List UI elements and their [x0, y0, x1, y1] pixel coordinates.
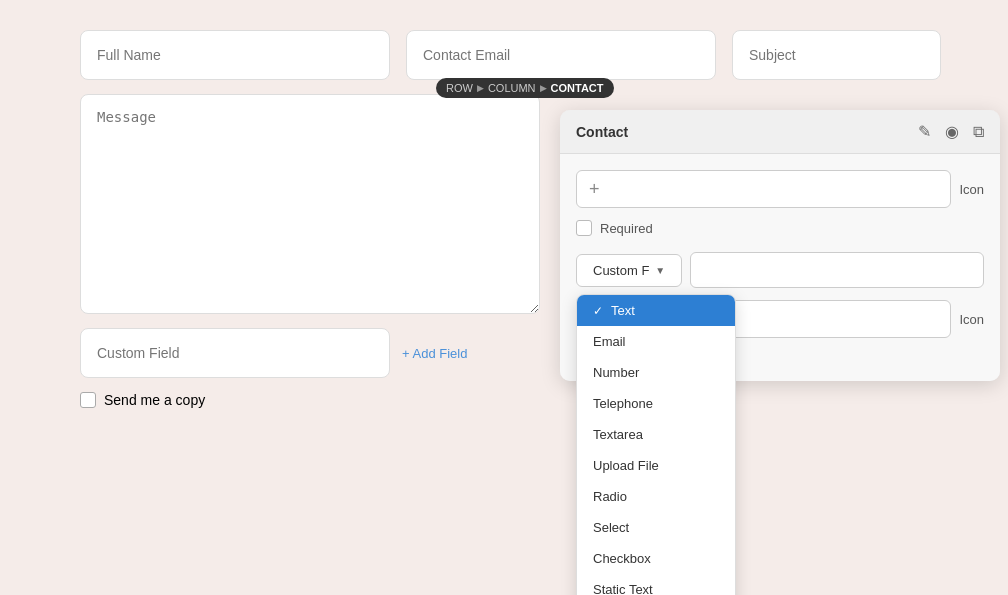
breadcrumb-row[interactable]: ROW	[446, 82, 473, 94]
breadcrumb-contact[interactable]: CONTACT	[551, 82, 604, 94]
add-field-link[interactable]: + Add Field	[402, 346, 467, 361]
dropdown-item-number-label: Number	[593, 365, 639, 380]
icon-input-row: + Icon	[576, 170, 984, 208]
dropdown-item-static-text[interactable]: Static Text	[577, 574, 735, 595]
type-dropdown-menu: ✓ Text Email Number Telephone Textarea U…	[576, 294, 736, 595]
dropdown-item-text[interactable]: ✓ Text	[577, 295, 735, 326]
subject-input[interactable]	[732, 30, 941, 80]
plus-icon: +	[589, 179, 600, 200]
custom-field-btn[interactable]: Custom F ▼	[576, 254, 682, 287]
send-copy-row: Send me a copy	[80, 392, 928, 408]
dropdown-item-number[interactable]: Number	[577, 357, 735, 388]
icon-input-field[interactable]: +	[576, 170, 951, 208]
edit-icon[interactable]: ✎	[918, 122, 931, 141]
panel-field-input[interactable]	[690, 252, 984, 288]
form-row-1	[80, 30, 928, 80]
dropdown-item-select[interactable]: Select	[577, 512, 735, 543]
icon-label: Icon	[959, 182, 984, 197]
message-input[interactable]	[80, 94, 540, 314]
panel-icons: ✎ ◉ ⧉	[918, 122, 984, 141]
custom-field-input[interactable]	[80, 328, 390, 378]
dropdown-item-text-label: Text	[611, 303, 635, 318]
dropdown-item-upload-label: Upload File	[593, 458, 659, 473]
dropdown-item-textarea[interactable]: Textarea	[577, 419, 735, 450]
breadcrumb: ROW ▶ COLUMN ▶ CONTACT	[436, 78, 614, 98]
breadcrumb-arrow-1: ▶	[477, 83, 484, 93]
required-checkbox[interactable]	[576, 220, 592, 236]
send-copy-checkbox[interactable]	[80, 392, 96, 408]
panel-title: Contact	[576, 124, 628, 140]
dropdown-item-static-text-label: Static Text	[593, 582, 653, 595]
dropdown-item-email[interactable]: Email	[577, 326, 735, 357]
dropdown-item-email-label: Email	[593, 334, 626, 349]
full-name-input[interactable]	[80, 30, 390, 80]
custom-btn-label: Custom F	[593, 263, 649, 278]
dropdown-item-radio-label: Radio	[593, 489, 627, 504]
contact-email-input[interactable]	[406, 30, 716, 80]
dropdown-item-checkbox-label: Checkbox	[593, 551, 651, 566]
required-row: Required	[576, 220, 984, 236]
second-icon-label: Icon	[959, 312, 984, 327]
breadcrumb-column[interactable]: COLUMN	[488, 82, 536, 94]
dropdown-arrow-icon: ▼	[655, 265, 665, 276]
send-copy-label: Send me a copy	[104, 392, 205, 408]
breadcrumb-arrow-2: ▶	[540, 83, 547, 93]
dropdown-item-upload[interactable]: Upload File	[577, 450, 735, 481]
checkmark-icon: ✓	[593, 304, 603, 318]
dropdown-item-select-label: Select	[593, 520, 629, 535]
panel-custom-row: Custom F ▼ ✓ Text Email Number Telephone	[576, 252, 984, 288]
panel-body: + Icon Required Custom F ▼ ✓ Text	[560, 154, 1000, 381]
dropdown-item-textarea-label: Textarea	[593, 427, 643, 442]
panel-header: Contact ✎ ◉ ⧉	[560, 110, 1000, 154]
copy-icon[interactable]: ⧉	[973, 123, 984, 141]
eye-icon[interactable]: ◉	[945, 122, 959, 141]
contact-panel: Contact ✎ ◉ ⧉ + Icon Required Custom F ▼	[560, 110, 1000, 381]
dropdown-item-checkbox[interactable]: Checkbox	[577, 543, 735, 574]
required-label: Required	[600, 221, 653, 236]
dropdown-item-telephone[interactable]: Telephone	[577, 388, 735, 419]
dropdown-item-telephone-label: Telephone	[593, 396, 653, 411]
dropdown-item-radio[interactable]: Radio	[577, 481, 735, 512]
